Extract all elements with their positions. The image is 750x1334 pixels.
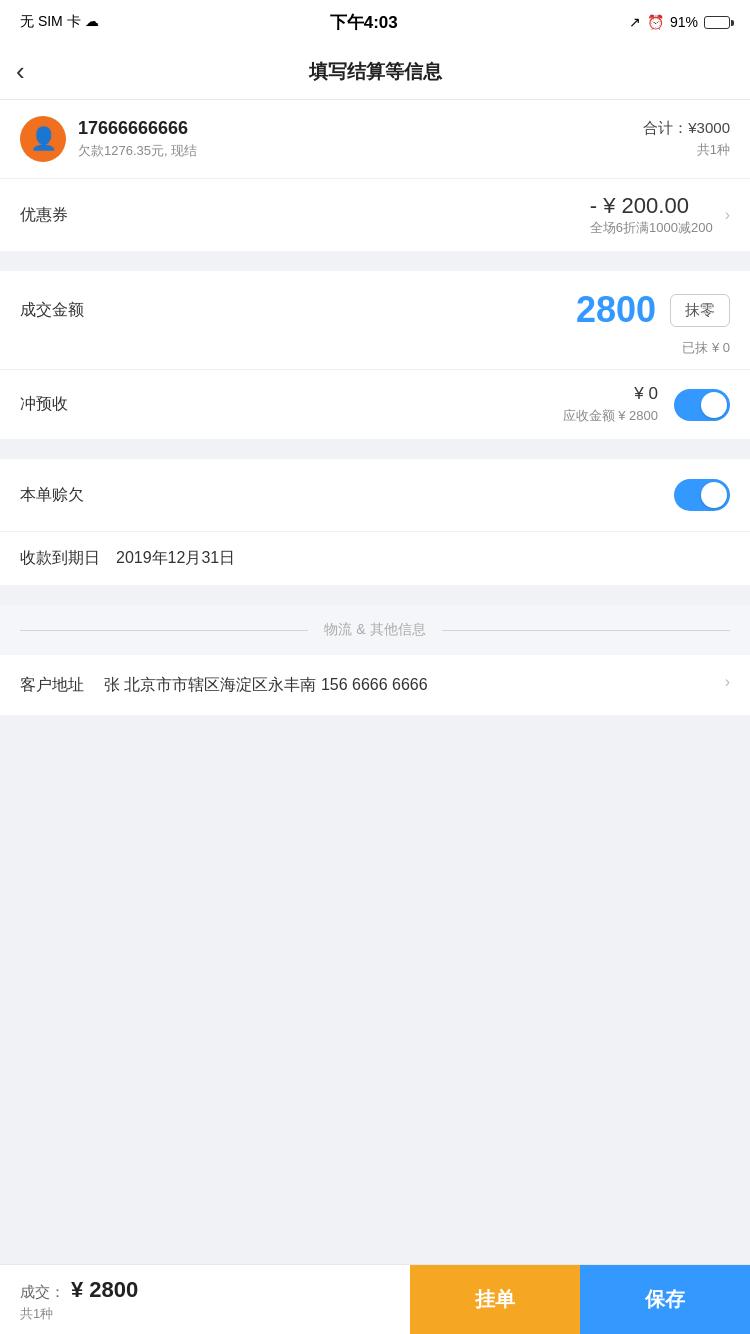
- logistics-line-left: [20, 630, 308, 631]
- logistics-text: 物流 & 其他信息: [324, 621, 425, 639]
- status-right: ↗ ⏰ 91%: [629, 14, 730, 30]
- credit-row: 本单赊欠: [0, 459, 750, 531]
- customer-right: 合计：¥3000 共1种: [643, 119, 730, 159]
- hold-button[interactable]: 挂单: [410, 1265, 580, 1335]
- prepaid-right: ¥ 0 应收金额 ¥ 2800: [563, 384, 730, 425]
- credit-toggle[interactable]: [674, 479, 730, 511]
- battery-icon: [704, 16, 730, 29]
- deal-sub: 已抹 ¥ 0: [0, 339, 750, 369]
- address-row[interactable]: 客户地址 张 北京市市辖区海淀区永丰南 156 6666 6666 ›: [0, 655, 750, 715]
- address-arrow-icon: ›: [725, 673, 730, 691]
- prepaid-row: 冲预收 ¥ 0 应收金额 ¥ 2800: [0, 369, 750, 439]
- separator-3: [0, 595, 750, 605]
- credit-section: 本单赊欠 收款到期日 2019年12月31日: [0, 459, 750, 585]
- prepaid-label: 冲预收: [20, 394, 68, 415]
- customer-info: 17666666666 欠款1276.35元, 现结: [78, 118, 197, 160]
- customer-row: 👤 17666666666 欠款1276.35元, 现结 合计：¥3000 共1…: [0, 100, 750, 178]
- save-button[interactable]: 保存: [580, 1265, 750, 1335]
- coupon-label: 优惠券: [20, 205, 68, 226]
- status-bar: 无 SIM 卡 ☁ 下午4:03 ↗ ⏰ 91%: [0, 0, 750, 44]
- logistics-header: 物流 & 其他信息: [0, 605, 750, 655]
- coupon-amount: - ¥ 200.00: [590, 193, 713, 219]
- duedate-value: 2019年12月31日: [116, 548, 235, 569]
- separator-2: [0, 449, 750, 459]
- avatar: 👤: [20, 116, 66, 162]
- bottom-spacer: [0, 785, 750, 855]
- address-section: 客户地址 张 北京市市辖区海淀区永丰南 156 6666 6666 ›: [0, 655, 750, 715]
- bottom-bar: 成交： ¥ 2800 共1种 挂单 保存: [0, 1264, 750, 1334]
- status-time: 下午4:03: [330, 11, 398, 34]
- bottom-summary: 成交： ¥ 2800 共1种: [0, 1277, 410, 1323]
- prepaid-info: ¥ 0 应收金额 ¥ 2800: [563, 384, 658, 425]
- direction-icon: ↗: [629, 14, 641, 30]
- separator-4: [0, 725, 750, 785]
- total-label: 合计：¥3000: [643, 119, 730, 138]
- customer-section: 👤 17666666666 欠款1276.35元, 现结 合计：¥3000 共1…: [0, 100, 750, 251]
- deal-label: 成交金额: [20, 300, 84, 321]
- logistics-line-right: [442, 630, 730, 631]
- coupon-right: - ¥ 200.00 全场6折满1000减200 ›: [590, 193, 730, 237]
- clock-icon: ⏰: [647, 14, 664, 30]
- prepaid-receivable: 应收金额 ¥ 2800: [563, 407, 658, 425]
- deal-row: 成交金额 2800 抹零: [0, 271, 750, 339]
- address-value: 张 北京市市辖区海淀区永丰南 156 6666 6666: [104, 673, 721, 697]
- deal-right: 2800 抹零: [576, 289, 730, 331]
- bottom-deal-line: 成交： ¥ 2800: [20, 1277, 390, 1303]
- deal-amount: 2800: [576, 289, 656, 331]
- battery-percent: 91%: [670, 14, 698, 30]
- bottom-deal-prefix: 成交：: [20, 1283, 65, 1302]
- status-left: 无 SIM 卡 ☁: [20, 13, 99, 31]
- coupon-arrow-icon: ›: [725, 206, 730, 224]
- customer-phone: 17666666666: [78, 118, 197, 139]
- duedate-row: 收款到期日 2019年12月31日: [0, 531, 750, 585]
- credit-label: 本单赊欠: [20, 485, 84, 506]
- customer-debt: 欠款1276.35元, 现结: [78, 142, 197, 160]
- back-button[interactable]: ‹: [16, 56, 60, 87]
- bottom-deal-val: ¥ 2800: [71, 1277, 138, 1303]
- page-title: 填写结算等信息: [60, 59, 690, 85]
- customer-left: 👤 17666666666 欠款1276.35元, 现结: [20, 116, 197, 162]
- prepaid-amount: ¥ 0: [563, 384, 658, 404]
- sim-text: 无 SIM 卡 ☁: [20, 13, 99, 31]
- total-kinds: 共1种: [643, 141, 730, 159]
- address-label: 客户地址: [20, 673, 84, 696]
- deal-section: 成交金额 2800 抹零 已抹 ¥ 0 冲预收 ¥ 0 应收金额 ¥ 2800: [0, 271, 750, 439]
- bottom-kinds: 共1种: [20, 1305, 390, 1323]
- duedate-label: 收款到期日: [20, 548, 100, 569]
- prepaid-toggle[interactable]: [674, 389, 730, 421]
- round-button[interactable]: 抹零: [670, 294, 730, 327]
- separator-1: [0, 261, 750, 271]
- nav-bar: ‹ 填写结算等信息: [0, 44, 750, 100]
- coupon-desc: 全场6折满1000减200: [590, 219, 713, 237]
- coupon-row[interactable]: 优惠券 - ¥ 200.00 全场6折满1000减200 ›: [0, 178, 750, 251]
